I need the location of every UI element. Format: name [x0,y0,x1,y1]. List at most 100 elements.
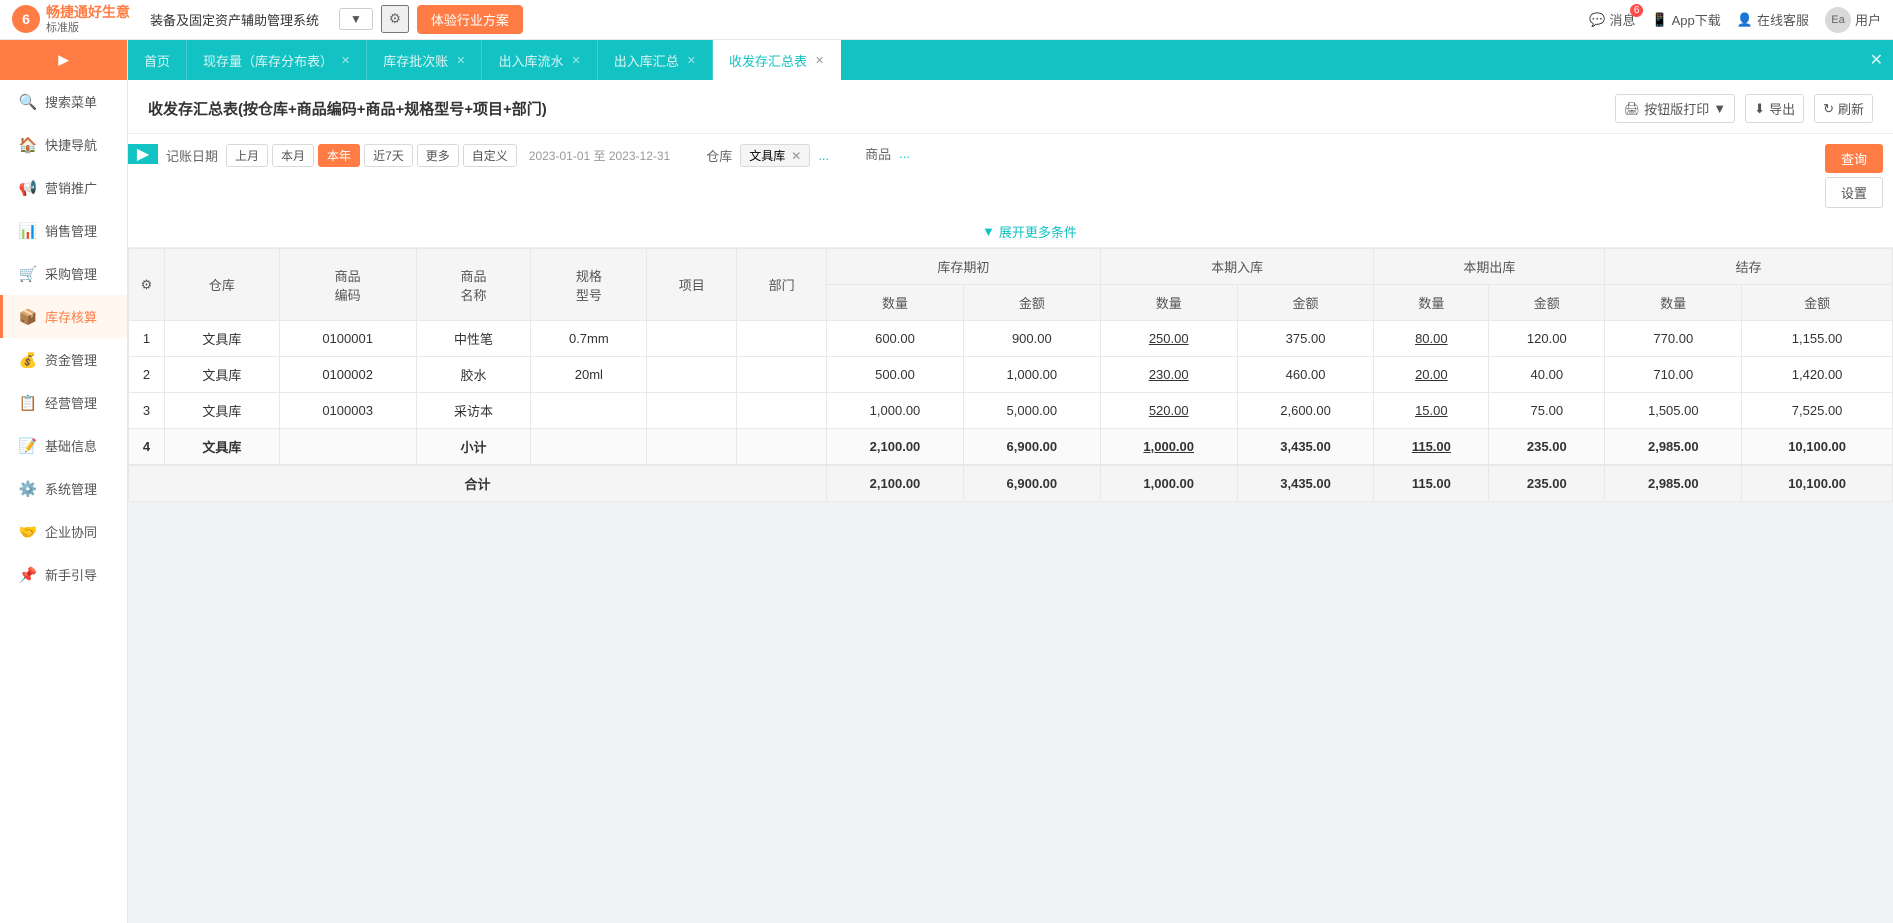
right-buttons: 查询 设置 [1825,144,1893,208]
refresh-button[interactable]: ↻ 刷新 [1814,94,1873,123]
sidebar-item-label: 资金管理 [45,350,97,369]
cell-spec [531,429,647,466]
cell-in-qty[interactable]: 250.00 [1100,321,1237,357]
date-btn-last-month[interactable]: 上月 [226,144,268,167]
logo-icon: 6 [12,5,40,33]
sidebar-item-guide[interactable]: 📌 新手引导 [0,553,127,596]
out-qty-link[interactable]: 80.00 [1415,331,1448,346]
sidebar-item-finance[interactable]: 💰 资金管理 [0,338,127,381]
in-qty-link[interactable]: 520.00 [1149,403,1189,418]
total-close-amt: 10,100.00 [1742,465,1893,502]
app-download-item[interactable]: 📱 App下载 [1651,10,1720,29]
filter-main: 记账日期 上月 本月 本年 近7天 更多 自定义 [166,144,1893,241]
cell-in-qty[interactable]: 230.00 [1100,357,1237,393]
date-btn-custom[interactable]: 自定义 [463,144,517,167]
tab-inventory-dist[interactable]: 现存量（库存分布表） ✕ [187,40,367,80]
warehouse-ellipsis[interactable]: ... [818,148,829,163]
page-inner: 收发存汇总表(按仓库+商品编码+商品+规格型号+项目+部门) 🖨 按钮版打印 ▼… [128,80,1893,502]
set-button[interactable]: 设置 [1825,177,1883,208]
date-btn-this-month[interactable]: 本月 [272,144,314,167]
logo-text: 畅捷通好生意 标准版 [46,3,130,35]
sidebar-item-purchase[interactable]: 🛒 采购管理 [0,252,127,295]
th-close-amt: 金额 [1742,285,1893,321]
warehouse-tag-close[interactable]: ✕ [791,149,801,163]
cell-close-qty: 710.00 [1605,357,1742,393]
trial-button[interactable]: 体验行业方案 [417,5,523,34]
warehouse-tag[interactable]: 文具库 ✕ [740,144,810,167]
marketing-icon: 📢 [19,179,37,197]
sidebar-item-operations[interactable]: 📋 经营管理 [0,381,127,424]
app-download-label: App下载 [1672,10,1721,29]
tab-inout-summary[interactable]: 出入库汇总 ✕ [598,40,713,80]
sidebar-item-cooperation[interactable]: 🤝 企业协同 [0,510,127,553]
table-row: 1 文具库 0100001 中性笔 0.7mm 600.00 900.00 25… [129,321,1893,357]
cell-out-qty[interactable]: 20.00 [1374,357,1489,393]
th-settings[interactable]: ⚙ [129,249,165,321]
top-bar-right: 💬 消息 6 📱 App下载 👤 在线客服 Ea 用户 [1589,7,1881,33]
filter-toggle-button[interactable]: ▶ [128,144,158,164]
tab-close-icon[interactable]: ✕ [687,54,696,67]
total-in-qty: 1,000.00 [1100,465,1237,502]
expand-label: 展开更多条件 [999,222,1077,241]
in-qty-link[interactable]: 250.00 [1149,331,1189,346]
out-qty-link[interactable]: 15.00 [1415,403,1448,418]
tab-batch[interactable]: 库存批次账 ✕ [367,40,482,80]
tab-close-icon[interactable]: ✕ [456,54,465,67]
user-label: 用户 [1855,10,1881,29]
sidebar-item-system[interactable]: ⚙️ 系统管理 [0,467,127,510]
tab-close-active-icon[interactable]: ✕ [815,54,824,67]
in-qty-link[interactable]: 1,000.00 [1143,439,1194,454]
table-row: 4 文具库 小计 2,100.00 6,900.00 1,000.00 3,43… [129,429,1893,466]
cell-open-amt: 900.00 [963,321,1100,357]
cell-warehouse: 文具库 [165,357,280,393]
tab-home[interactable]: 首页 [128,40,187,80]
tab-close-all[interactable]: ✕ [1870,50,1883,70]
cell-out-qty[interactable]: 15.00 [1374,393,1489,429]
in-qty-link[interactable]: 230.00 [1149,367,1189,382]
cell-name: 胶水 [416,357,531,393]
tab-recv-summary[interactable]: 收发存汇总表 ✕ [713,40,841,80]
date-buttons: 上月 本月 本年 近7天 更多 自定义 [226,144,517,167]
query-button[interactable]: 查询 [1825,144,1883,173]
sidebar-item-sales[interactable]: 📊 销售管理 [0,209,127,252]
inventory-icon: 📦 [19,308,37,326]
sidebar-item-label: 库存核算 [45,307,97,326]
cell-open-amt: 6,900.00 [963,429,1100,466]
tab-home-label: 首页 [144,51,170,70]
sidebar-item-label: 新手引导 [45,565,97,584]
tab-label: 出入库流水 [498,51,563,70]
message-item[interactable]: 💬 消息 6 [1589,10,1635,29]
user-item[interactable]: Ea 用户 [1825,7,1881,33]
sidebar-item-basic[interactable]: 📝 基础信息 [0,424,127,467]
date-filter-col: 记账日期 上月 本月 本年 近7天 更多 自定义 [166,144,670,167]
tab-inout-flow[interactable]: 出入库流水 ✕ [482,40,597,80]
tab-close-icon[interactable]: ✕ [341,54,350,67]
phone-icon: 📱 [1651,12,1667,28]
settings-button[interactable]: ⚙ [381,5,409,33]
tab-label: 现存量（库存分布表） [203,51,333,70]
date-btn-7days[interactable]: 近7天 [364,144,413,167]
cell-in-qty[interactable]: 520.00 [1100,393,1237,429]
cell-in-qty[interactable]: 1,000.00 [1100,429,1237,466]
logo-sub: 标准版 [46,21,130,35]
system-dropdown[interactable]: ▼ [339,8,373,30]
expand-conditions-button[interactable]: ▼ 展开更多条件 [166,222,1893,241]
sidebar-item-search[interactable]: 🔍 搜索菜单 [0,80,127,123]
cell-out-qty[interactable]: 115.00 [1374,429,1489,466]
out-qty-link[interactable]: 20.00 [1415,367,1448,382]
online-service-item[interactable]: 👤 在线客服 [1737,10,1809,29]
goods-ellipsis[interactable]: ... [899,146,910,161]
sidebar-item-quicknav[interactable]: 🏠 快捷导航 [0,123,127,166]
table-row: 2 文具库 0100002 胶水 20ml 500.00 1,000.00 23… [129,357,1893,393]
guide-icon: 📌 [19,566,37,584]
date-btn-this-year[interactable]: 本年 [318,144,360,167]
tab-close-icon[interactable]: ✕ [572,54,581,67]
out-qty-link[interactable]: 115.00 [1412,439,1451,454]
cell-out-qty[interactable]: 80.00 [1374,321,1489,357]
date-btn-more[interactable]: 更多 [417,144,459,167]
sidebar-item-marketing[interactable]: 📢 营销推广 [0,166,127,209]
sidebar-item-inventory[interactable]: 📦 库存核算 [0,295,127,338]
export-button[interactable]: ⬇ 导出 [1745,94,1804,123]
cell-num: 3 [129,393,165,429]
print-button[interactable]: 🖨 按钮版打印 ▼ [1615,94,1735,123]
